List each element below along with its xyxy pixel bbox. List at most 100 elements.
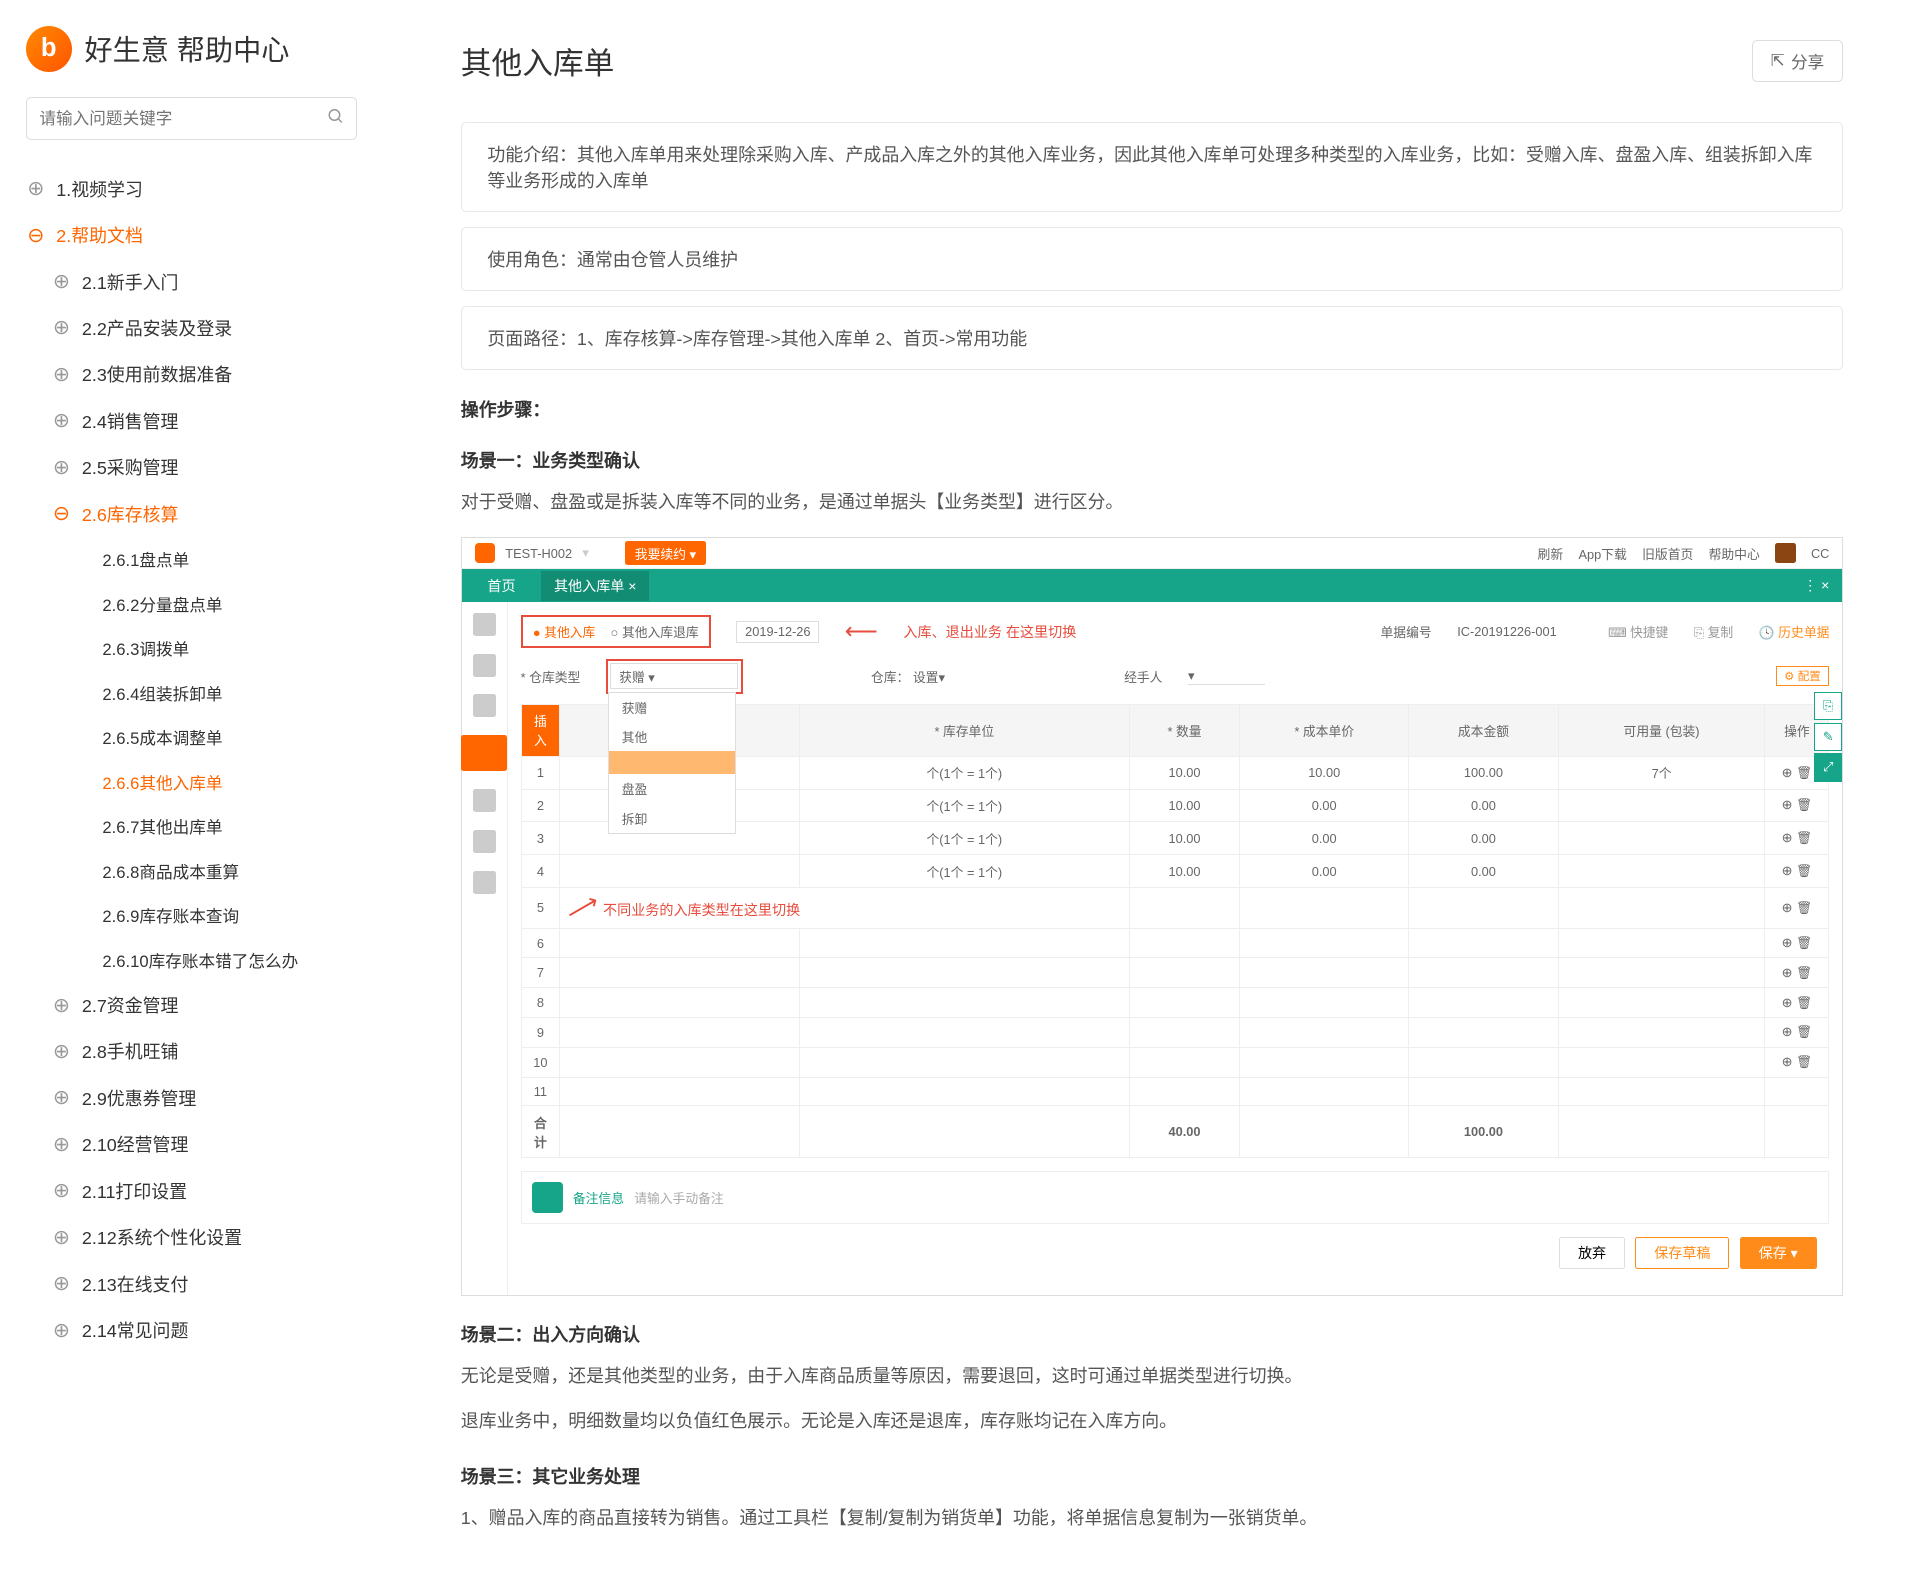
nav-cost-adjust[interactable]: 2.6.5成本调整单 [26,715,383,759]
path-text: 1、库存核算->库存管理->其他入库单 2、首页->常用功能 [577,329,1027,349]
share-button[interactable]: ⇱ 分享 [1752,40,1843,81]
nav-faq[interactable]: ⊕2.14常见问题 [26,1307,383,1353]
nav-video-learning[interactable]: ⊕1.视频学习 [26,165,383,211]
nav-other-out[interactable]: 2.6.7其他出库单 [26,804,383,848]
ss-content: ● 其他入库 ○ 其他入库退库 2019-12-26 ⟵ 入库、退出业务 在这里… [508,602,1842,1294]
ss-app-link: App下载 [1578,544,1626,563]
main-content: 其他入库单 ⇱ 分享 功能介绍：其他入库单用来处理除采购入库、产成品入库之外的其… [384,0,1920,1585]
ss-th: * 成本单价 [1240,705,1409,757]
plus-icon: ⊕ [51,1181,71,1201]
nav-help-docs[interactable]: ⊖2.帮助文档 [26,212,383,258]
ss-sidebar [462,602,508,1294]
ss-radio-return: ○ 其他入库退库 [611,622,699,641]
ss-arrow-icon: ⟵ [845,618,878,645]
nav-business[interactable]: ⊕2.10经营管理 [26,1121,383,1167]
ss-tool-icon: ✎ [1814,723,1842,751]
nav-assembly[interactable]: 2.6.4组装拆卸单 [26,670,383,714]
scene1-text: 对于受赠、盘盈或是拆装入库等不同的业务，是通过单据头【业务类型】进行区分。 [461,486,1843,518]
ss-avatar-icon [1775,543,1795,563]
nav-tree: ⊕1.视频学习 ⊖2.帮助文档 ⊕2.1新手入门 ⊕2.2产品安装及登录 ⊕2.… [26,165,383,1353]
page-header: 其他入库单 ⇱ 分享 [461,38,1843,83]
table-row: 7⊕ 🗑 [521,958,1829,988]
plus-icon: ⊕ [51,1088,71,1108]
path-label: 页面路径： [487,329,577,349]
ss-tabs-close: ⋮ × [1803,577,1829,594]
plus-icon: ⊕ [51,1041,71,1061]
ss-save-button: 保存 ▾ [1740,1237,1817,1269]
search-icon[interactable] [327,107,345,130]
table-row: 9⊕ 🗑 [521,1018,1829,1048]
sidebar: b 好生意 帮助中心 ⊕1.视频学习 ⊖2.帮助文档 ⊕2.1新手入门 ⊕2.2… [0,0,384,1585]
ss-help-link: 帮助中心 [1709,544,1760,563]
minus-icon: ⊖ [51,504,71,524]
nav-data-prep[interactable]: ⊕2.3使用前数据准备 [26,351,383,397]
share-icon: ⇱ [1771,51,1785,71]
ss-th: * 数量 [1129,705,1239,757]
ss-radio-group: ● 其他入库 ○ 其他入库退库 [521,615,711,648]
ss-side-icon [473,613,496,636]
nav-weight-check[interactable]: 2.6.2分量盘点单 [26,582,383,626]
intro-label: 功能介绍： [487,145,577,165]
ss-tab-doc: 其他入库单 × [541,571,649,601]
plus-icon: ⊕ [51,995,71,1015]
ss-dd-opt [609,751,735,774]
intro-text: 其他入库单用来处理除采购入库、产成品入库之外的其他入库业务，因此其他入库单可处理… [487,145,1812,191]
role-text: 通常由仓管人员维护 [577,250,738,270]
ss-dd-opt: 其他 [609,722,735,751]
nav-online-pay[interactable]: ⊕2.13在线支付 [26,1261,383,1307]
plus-icon: ⊕ [51,457,71,477]
nav-inventory[interactable]: ⊖2.6库存核算 [26,491,383,537]
ss-annotation-1: 入库、退出业务 在这里切换 [903,622,1076,642]
search-input[interactable] [26,97,358,139]
ss-th: 成本金额 [1409,705,1558,757]
table-row-total: 合计40.00100.00 [521,1106,1829,1158]
plus-icon: ⊕ [51,271,71,291]
scene3-title: 场景三：其它业务处理 [461,1463,1843,1489]
ss-remark-label: 备注信息 [573,1188,624,1207]
plus-icon: ⊕ [26,178,46,198]
nav-other-in[interactable]: 2.6.6其他入库单 [26,759,383,803]
ss-side-icon [473,789,496,812]
nav-coupon[interactable]: ⊕2.9优惠券管理 [26,1075,383,1121]
nav-install[interactable]: ⊕2.2产品安装及登录 [26,305,383,351]
ss-setting-btn: ⚙ 配置 [1776,666,1830,687]
table-row: 6⊕ 🗑 [521,928,1829,958]
nav-transfer[interactable]: 2.6.3调拨单 [26,626,383,670]
ss-tool-icon: ⤢ [1814,753,1842,781]
ss-dd-opt: 拆卸 [609,803,735,832]
plus-icon: ⊕ [51,411,71,431]
nav-finance[interactable]: ⊕2.7资金管理 [26,982,383,1028]
ss-type-dropdown: 获赠 ▾ 获赠 其他 盘盈 拆卸 [606,659,743,694]
nav-mobile-shop[interactable]: ⊕2.8手机旺铺 [26,1028,383,1074]
nav-sales[interactable]: ⊕2.4销售管理 [26,398,383,444]
plus-icon: ⊕ [51,318,71,338]
ss-company: TEST-H002 [505,546,572,561]
ss-remark-icon [532,1182,563,1213]
ss-trial-badge: 我要续约 ▾ [625,541,707,565]
ss-docno: IC-20191226-001 [1457,624,1557,639]
ss-tab-home: 首页 [475,571,529,601]
ss-right-tools: ⎘ ✎ ⤢ [1814,692,1842,782]
brand-text: 好生意 帮助中心 [84,28,289,69]
nav-stock-query[interactable]: 2.6.9库存账本查询 [26,893,383,937]
scene2-text2: 退库业务中，明细数量均以负值红色展示。无论是入库还是退库，库存账均记在入库方向。 [461,1405,1843,1437]
table-row: 4个(1个 = 1个)10.000.000.00⊕ 🗑 [521,855,1829,888]
nav-beginner[interactable]: ⊕2.1新手入门 [26,258,383,304]
ss-th-insert: 插入 [521,705,559,757]
ss-form-row-1: ● 其他入库 ○ 其他入库退库 2019-12-26 ⟵ 入库、退出业务 在这里… [521,615,1830,648]
scene1-title: 场景一：业务类型确认 [461,447,1843,473]
ss-docno-label: 单据编号 [1381,622,1432,641]
nav-stock-error[interactable]: 2.6.10库存账本错了怎么办 [26,937,383,981]
nav-personalize[interactable]: ⊕2.12系统个性化设置 [26,1214,383,1260]
table-row: 5⟶ 不同业务的入库类型在这里切换⊕ 🗑 [521,887,1829,928]
ss-person-label: 经手人 [1124,667,1162,686]
table-row: 10⊕ 🗑 [521,1047,1829,1077]
ss-warehouse-label: * 仓库类型 [521,667,581,686]
nav-cost-recalc[interactable]: 2.6.8商品成本重算 [26,848,383,892]
nav-print[interactable]: ⊕2.11打印设置 [26,1168,383,1214]
ss-remark-placeholder: 请输入手动备注 [634,1188,723,1207]
brand-header: b 好生意 帮助中心 [26,26,383,72]
nav-purchase[interactable]: ⊕2.5采购管理 [26,444,383,490]
plus-icon: ⊕ [51,1274,71,1294]
nav-check-order[interactable]: 2.6.1盘点单 [26,537,383,581]
